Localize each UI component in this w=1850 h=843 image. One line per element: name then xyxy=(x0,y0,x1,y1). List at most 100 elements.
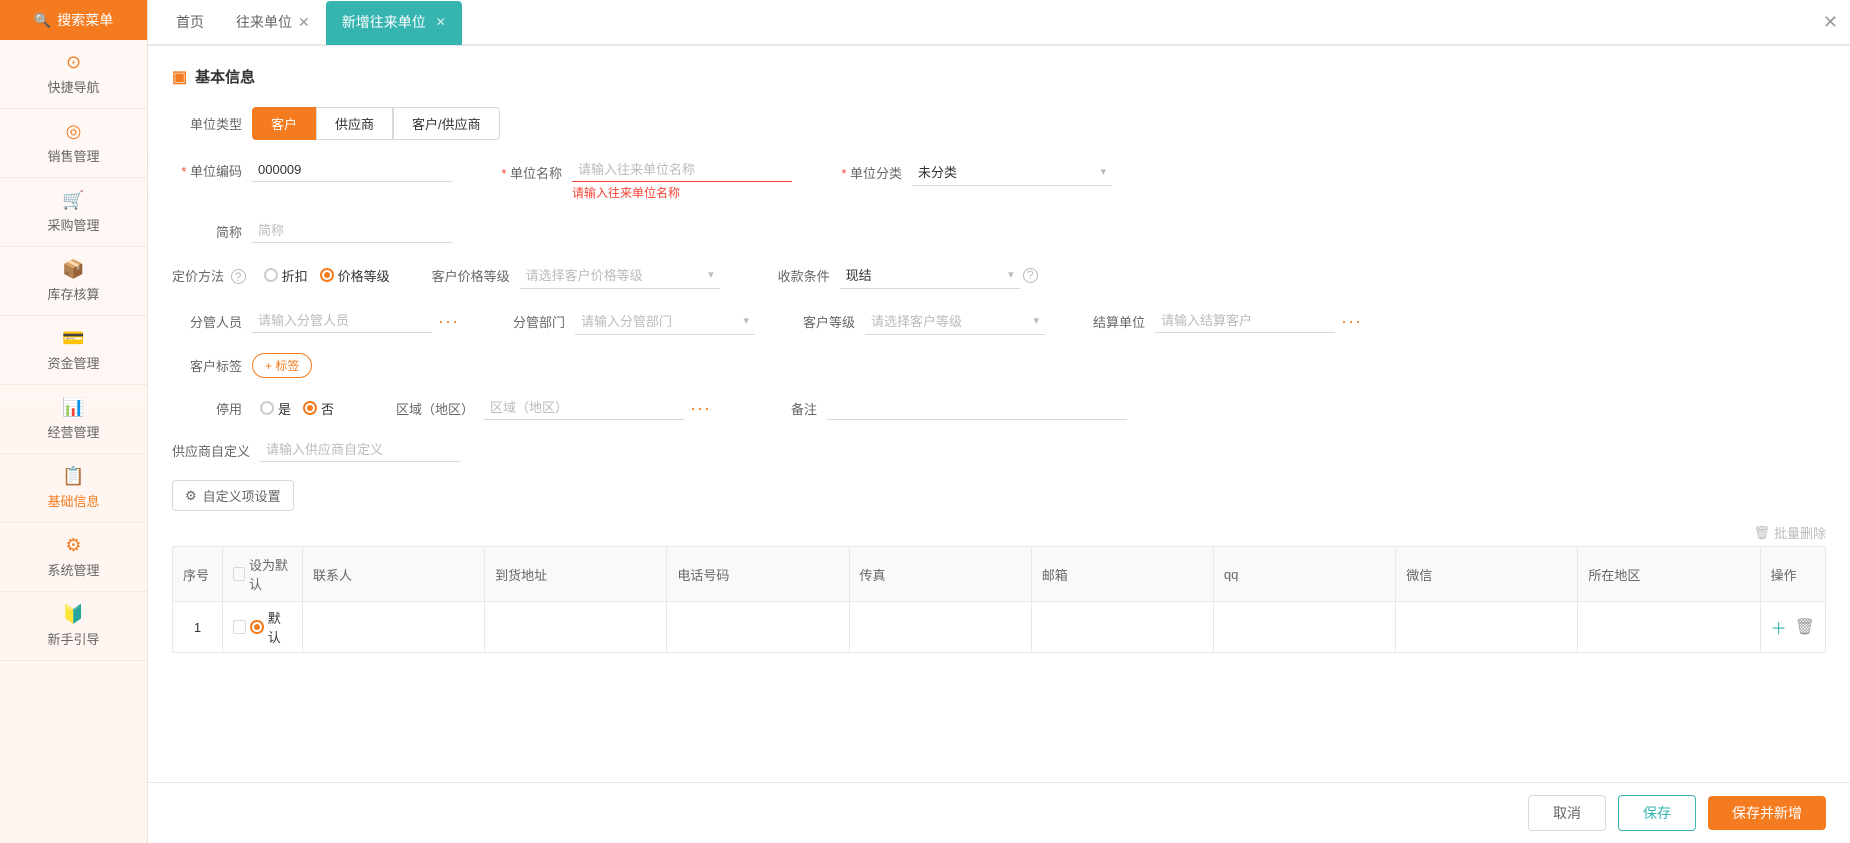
region-more-icon[interactable]: ··· xyxy=(684,398,717,419)
address-input[interactable] xyxy=(495,616,656,639)
tab-home[interactable]: 首页 xyxy=(160,1,220,45)
col-wechat: 微信 xyxy=(1396,547,1578,602)
radio-yes[interactable]: 是 xyxy=(260,399,291,418)
col-address: 到货地址 xyxy=(485,547,667,602)
cell-wechat xyxy=(1396,602,1578,653)
table-header-row: 序号 设为默认 联系人 到货地址 电话号码 传真 邮箱 xyxy=(173,547,1826,602)
cell-index: 1 xyxy=(173,602,223,653)
row-disabled: 停用 是 否 区域（地区） ··· xyxy=(172,396,1826,420)
sidebar-item-system[interactable]: ⚙ 系统管理 xyxy=(0,523,147,592)
manager-label: 分管人员 xyxy=(172,312,252,331)
unit-btn-customer[interactable]: 客户 xyxy=(252,107,316,140)
tab-new-partner-label: 新增往来单位 xyxy=(342,12,426,32)
save-button[interactable]: 保存 xyxy=(1618,795,1696,831)
batch-delete-label[interactable]: 批量删除 xyxy=(1774,523,1826,542)
sidebar-item-finance[interactable]: 💳 资金管理 xyxy=(0,316,147,385)
sidebar-item-guide[interactable]: 🔰 新手引导 xyxy=(0,592,147,661)
custom-settings-button[interactable]: ⚙ 自定义项设置 xyxy=(172,480,294,511)
add-tag-button[interactable]: + 标签 xyxy=(252,353,312,378)
unit-code-input[interactable] xyxy=(252,158,452,182)
contact-input[interactable] xyxy=(313,616,474,639)
main-area: 首页 往来单位 ✕ 新增往来单位 ✕ ✕ ▣ 基本信息 单位类型 客户 供应商 … xyxy=(148,0,1850,843)
unit-btn-supplier[interactable]: 供应商 xyxy=(316,107,393,140)
row-checkbox[interactable] xyxy=(233,620,246,634)
radio-yes-label: 是 xyxy=(278,399,291,418)
settlement-more-icon[interactable]: ··· xyxy=(1335,311,1368,332)
customer-price-level-select[interactable]: 请选择客户价格等级 ▾ xyxy=(520,261,720,289)
radio-price-level-circle xyxy=(320,268,334,282)
payment-terms-select[interactable]: 现结 ▾ xyxy=(840,261,1020,289)
radio-discount[interactable]: 折扣 xyxy=(264,266,308,285)
department-select[interactable]: 请输入分管部门 ▾ xyxy=(575,307,755,335)
window-close-icon[interactable]: ✕ xyxy=(1823,12,1838,33)
sidebar-item-label: 新手引导 xyxy=(47,629,99,648)
cell-region xyxy=(1578,602,1760,653)
save-new-button[interactable]: 保存并新增 xyxy=(1708,796,1826,830)
region-table-input[interactable] xyxy=(1588,616,1749,639)
cell-address xyxy=(485,602,667,653)
short-name-input[interactable] xyxy=(252,219,452,243)
remark-input[interactable] xyxy=(827,396,1127,420)
unit-name-error: 请输入往来单位名称 xyxy=(572,184,792,201)
wechat-input[interactable] xyxy=(1406,616,1567,639)
unit-category-select[interactable]: 未分类 ▾ xyxy=(912,158,1112,186)
unit-type-group: 客户 供应商 客户/供应商 xyxy=(252,107,500,140)
sidebar-item-inventory[interactable]: 📦 库存核算 xyxy=(0,247,147,316)
radio-no[interactable]: 否 xyxy=(303,399,334,418)
short-name-row: 简称 xyxy=(172,219,1826,243)
section-basic-info: ▣ 基本信息 xyxy=(172,66,1826,87)
search-menu-item[interactable]: 🔍 搜索菜单 xyxy=(0,0,147,40)
customer-level-group: 客户等级 请选择客户等级 ▾ xyxy=(795,307,1045,335)
default-radio[interactable]: 默认 xyxy=(250,608,292,646)
customer-tag-row: 客户标签 + 标签 xyxy=(172,353,1826,378)
sidebar-item-label: 基础信息 xyxy=(47,491,99,510)
fax-input[interactable] xyxy=(860,616,1021,639)
unit-name-input[interactable] xyxy=(572,158,792,182)
email-input[interactable] xyxy=(1042,616,1203,639)
unit-name-group: * 单位名称 请输入往来单位名称 xyxy=(492,158,792,201)
tab-partners-close-icon[interactable]: ✕ xyxy=(298,14,310,31)
sidebar-item-purchase[interactable]: 🛒 采购管理 xyxy=(0,178,147,247)
unit-category-label: * 单位分类 xyxy=(832,163,912,182)
select-all-checkbox[interactable] xyxy=(233,567,245,581)
radio-price-level[interactable]: 价格等级 xyxy=(320,266,390,285)
unit-category-group: * 单位分类 未分类 ▾ xyxy=(832,158,1112,186)
unit-type-row: 单位类型 客户 供应商 客户/供应商 xyxy=(172,107,1826,140)
cell-fax xyxy=(849,602,1031,653)
add-row-icon[interactable]: ＋ xyxy=(1771,615,1787,639)
supplier-custom-input[interactable] xyxy=(260,438,460,462)
unit-btn-both[interactable]: 客户/供应商 xyxy=(393,107,500,140)
manager-input[interactable] xyxy=(252,309,432,333)
sidebar-item-operations[interactable]: 📊 经营管理 xyxy=(0,385,147,454)
cancel-button[interactable]: 取消 xyxy=(1528,795,1606,831)
chevron-down-icon4: ▾ xyxy=(743,314,749,327)
settlement-unit-label: 结算单位 xyxy=(1085,312,1155,331)
phone-input[interactable] xyxy=(677,616,838,639)
customer-level-select[interactable]: 请选择客户等级 ▾ xyxy=(865,307,1045,335)
short-name-group: 简称 xyxy=(172,219,452,243)
disabled-radio-group: 是 否 xyxy=(260,399,334,418)
col-qq: qq xyxy=(1213,547,1395,602)
region-group: 区域（地区） ··· xyxy=(394,396,717,420)
settlement-unit-input[interactable] xyxy=(1155,309,1335,333)
col-fax: 传真 xyxy=(849,547,1031,602)
manager-more-icon[interactable]: ··· xyxy=(432,311,465,332)
sidebar-item-sales[interactable]: ◎ 销售管理 xyxy=(0,109,147,178)
tab-new-partner-close-icon[interactable]: ✕ xyxy=(436,15,446,29)
region-input[interactable] xyxy=(484,396,684,420)
basics-icon: 📋 xyxy=(62,466,84,487)
sidebar-item-basics[interactable]: 📋 基础信息 xyxy=(0,454,147,523)
delete-row-icon[interactable]: 🗑 xyxy=(1795,617,1815,637)
payment-help-icon[interactable]: ? xyxy=(1023,268,1038,283)
tab-partners[interactable]: 往来单位 ✕ xyxy=(220,1,326,45)
supplier-custom-row: 供应商自定义 xyxy=(172,438,1826,462)
tab-partners-label: 往来单位 xyxy=(236,12,292,32)
pricing-help-icon[interactable]: ? xyxy=(231,269,246,284)
radio-no-circle xyxy=(303,401,317,415)
qq-input[interactable] xyxy=(1224,616,1385,639)
system-icon: ⚙ xyxy=(65,535,81,556)
tab-new-partner[interactable]: 新增往来单位 ✕ xyxy=(326,1,462,45)
unit-name-label: * 单位名称 xyxy=(492,158,572,182)
sidebar-item-quick-nav[interactable]: ⊙ 快捷导航 xyxy=(0,40,147,109)
remark-group: 备注 xyxy=(777,396,1127,420)
